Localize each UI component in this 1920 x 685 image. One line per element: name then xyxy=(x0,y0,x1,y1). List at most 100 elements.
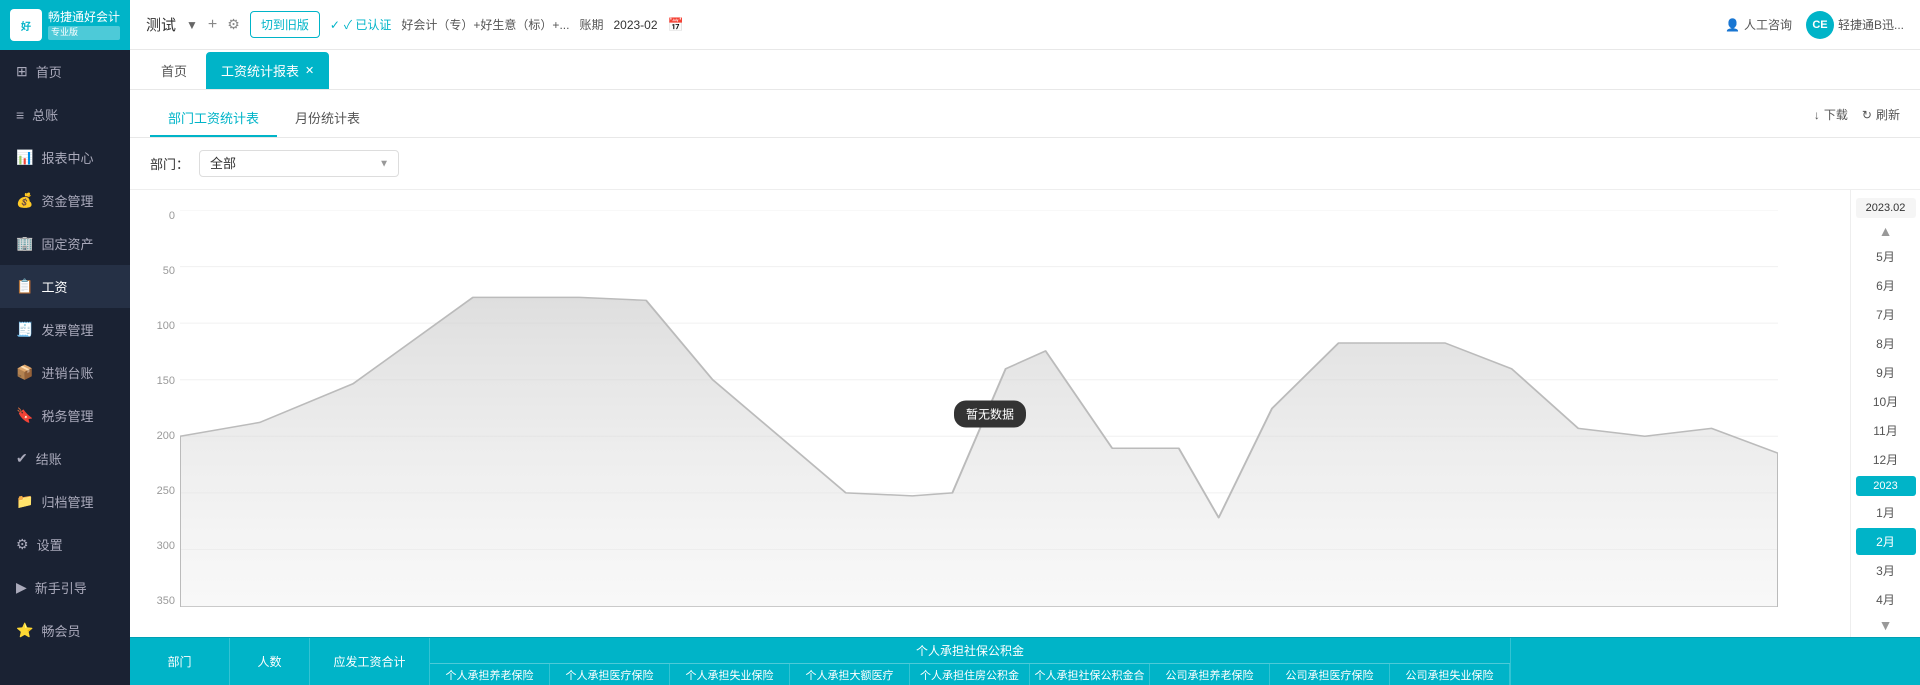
subtab-right: ↓ 下载 ↻ 刷新 xyxy=(1814,106,1900,131)
invoice-icon: 🧾 xyxy=(16,321,33,338)
tab-salary-report[interactable]: 工资统计报表 ✕ xyxy=(206,52,329,89)
chart-y-labels: 350 300 250 200 150 100 50 0 xyxy=(140,210,175,607)
logo-icon: 好 xyxy=(10,9,42,41)
col-personal-unemployment: 个人承担失业保险 xyxy=(670,664,790,685)
col-personal-total: 个人承担社保公积金合计 xyxy=(1030,664,1150,685)
sidebar-item-funds[interactable]: 💰 资金管理 xyxy=(0,179,130,222)
subtab-dept-label: 部门工资统计表 xyxy=(168,111,259,126)
headset-icon: 👤 xyxy=(1725,18,1740,32)
sidebar-item-salary[interactable]: 📋 工资 xyxy=(0,265,130,308)
sidebar-item-reports[interactable]: 📊 报表中心 xyxy=(0,136,130,179)
tab-close-icon[interactable]: ✕ xyxy=(305,64,314,77)
tabbar: 首页 工资统计报表 ✕ xyxy=(130,50,1920,90)
dept-select[interactable]: 全部 财务部 销售部 技术部 行政部 xyxy=(199,150,399,177)
refresh-action[interactable]: ↻ 刷新 xyxy=(1862,106,1900,123)
user-service-label: 人工咨询 xyxy=(1744,16,1792,33)
archive-icon: 📁 xyxy=(16,493,33,510)
y-label-100: 100 xyxy=(140,320,175,332)
col-people: 人数 xyxy=(230,638,310,685)
topbar: 测试 ▼ + ⚙ 切到旧版 ✓ ✓ 已认证 好会计（专）+好生意（标）+... … xyxy=(130,0,1920,50)
user-name-label: 轻捷通B迅... xyxy=(1838,16,1904,33)
sidebar-logo: 好 畅捷通好会计 专业版 xyxy=(0,0,130,50)
switch-old-btn[interactable]: 切到旧版 xyxy=(250,11,320,38)
sidebar-item-home[interactable]: ⊞ 首页 xyxy=(0,50,130,93)
calendar-icon[interactable]: 📅 xyxy=(668,17,684,33)
sidebar-label-tax: 税务管理 xyxy=(41,406,93,425)
service-tags: 好会计（专）+好生意（标）+... xyxy=(401,16,569,33)
date-month-8[interactable]: 8月 xyxy=(1856,330,1916,357)
sidebar-item-close[interactable]: ✔ 结账 xyxy=(0,437,130,480)
sidebar-label-archive: 归档管理 xyxy=(41,492,93,511)
topbar-plus[interactable]: + xyxy=(208,16,217,34)
sidebar-label-home: 首页 xyxy=(36,62,62,81)
sidebar-item-ledger[interactable]: ≡ 总账 xyxy=(0,93,130,136)
member-icon: ⭐ xyxy=(16,622,33,639)
y-label-150: 150 xyxy=(140,375,175,387)
y-label-250: 250 xyxy=(140,485,175,497)
col-total-salary: 应发工资合计 xyxy=(310,638,430,685)
date-month-10[interactable]: 10月 xyxy=(1856,388,1916,415)
date-up-nav[interactable]: ▲ xyxy=(1876,220,1896,242)
col-dept: 部门 xyxy=(130,638,230,685)
settings-icon: ⚙ xyxy=(16,536,29,553)
col-company-pension: 公司承担养老保险 xyxy=(1150,664,1270,685)
subtab-dept[interactable]: 部门工资统计表 xyxy=(150,100,277,137)
date-month-1[interactable]: 1月 xyxy=(1856,499,1916,526)
sidebar-item-invoice[interactable]: 🧾 发票管理 xyxy=(0,308,130,351)
date-month-2-active[interactable]: 2月 xyxy=(1856,528,1916,555)
chart-area: 350 300 250 200 150 100 50 0 xyxy=(130,190,1850,637)
date-month-6[interactable]: 6月 xyxy=(1856,272,1916,299)
col-company-unemployment: 公司承担失业保险 xyxy=(1390,664,1510,685)
y-label-350: 350 xyxy=(140,595,175,607)
sidebar-item-archive[interactable]: 📁 归档管理 xyxy=(0,480,130,523)
period-value: 2023-02 xyxy=(613,18,657,32)
tab-salary-report-label: 工资统计报表 xyxy=(221,61,299,80)
download-action[interactable]: ↓ 下载 xyxy=(1814,106,1848,123)
date-month-4[interactable]: 4月 xyxy=(1856,586,1916,613)
date-month-11[interactable]: 11月 xyxy=(1856,417,1916,444)
tab-home-label: 首页 xyxy=(161,61,187,80)
date-month-3[interactable]: 3月 xyxy=(1856,557,1916,584)
subtab-month[interactable]: 月份统计表 xyxy=(277,100,378,137)
group-sub-cols: 个人承担养老保险 个人承担医疗保险 个人承担失业保险 个人承担大额医疗 个人承担… xyxy=(430,664,1510,685)
content-area: 部门工资统计表 月份统计表 ↓ 下载 ↻ 刷新 部门： xyxy=(130,90,1920,685)
sidebar-item-settings[interactable]: ⚙ 设置 xyxy=(0,523,130,566)
dept-select-wrap: 全部 财务部 销售部 技术部 行政部 xyxy=(199,150,399,177)
date-month-9[interactable]: 9月 xyxy=(1856,359,1916,386)
sidebar-label-salary: 工资 xyxy=(41,277,67,296)
topbar-dropdown[interactable]: ▼ xyxy=(186,18,198,32)
y-label-200: 200 xyxy=(140,430,175,442)
bottom-table-header: 部门 人数 应发工资合计 个人承担社保公积金 个人承担养老保险 个人承担医疗保险… xyxy=(130,637,1920,685)
logo-badge: 专业版 xyxy=(48,26,120,40)
sidebar-label-invoice: 发票管理 xyxy=(41,320,93,339)
guide-icon: ▶ xyxy=(16,579,27,596)
sidebar-label-member: 畅会员 xyxy=(41,621,80,640)
sidebar-item-assets[interactable]: 🏢 固定资产 xyxy=(0,222,130,265)
verified-label: ✓ 已认证 xyxy=(344,16,392,33)
date-panel: 2023.02 ▲ 5月 6月 7月 8月 9月 10月 11月 12月 202… xyxy=(1850,190,1920,637)
tab-home[interactable]: 首页 xyxy=(146,52,202,89)
date-month-12[interactable]: 12月 xyxy=(1856,446,1916,473)
col-total-salary-label: 应发工资合计 xyxy=(333,653,405,670)
date-month-5[interactable]: 5月 xyxy=(1856,243,1916,270)
date-month-7[interactable]: 7月 xyxy=(1856,301,1916,328)
sidebar-item-purchase[interactable]: 📦 进销台账 xyxy=(0,351,130,394)
sidebar-item-member[interactable]: ⭐ 畅会员 xyxy=(0,609,130,652)
topbar-gear[interactable]: ⚙ xyxy=(227,16,240,33)
sidebar-label-guide: 新手引导 xyxy=(35,578,87,597)
main-area: 测试 ▼ + ⚙ 切到旧版 ✓ ✓ 已认证 好会计（专）+好生意（标）+... … xyxy=(130,0,1920,685)
ledger-icon: ≡ xyxy=(16,107,24,123)
subtab-left: 部门工资统计表 月份统计表 xyxy=(150,100,378,137)
line-chart-svg xyxy=(180,210,1778,607)
sidebar-item-guide[interactable]: ▶ 新手引导 xyxy=(0,566,130,609)
col-company-medical: 公司承担医疗保险 xyxy=(1270,664,1390,685)
sidebar-item-tax[interactable]: 🔖 税务管理 xyxy=(0,394,130,437)
home-icon: ⊞ xyxy=(16,63,28,80)
sidebar-label-ledger: 总账 xyxy=(32,105,58,124)
user-service-link[interactable]: 👤 人工咨询 xyxy=(1725,16,1792,33)
user-name-link[interactable]: CE 轻捷通B迅... xyxy=(1806,11,1904,39)
col-dept-label: 部门 xyxy=(167,653,191,670)
col-personal-major-medical: 个人承担大额医疗 xyxy=(790,664,910,685)
y-label-300: 300 xyxy=(140,540,175,552)
date-down-nav[interactable]: ▼ xyxy=(1876,614,1896,636)
